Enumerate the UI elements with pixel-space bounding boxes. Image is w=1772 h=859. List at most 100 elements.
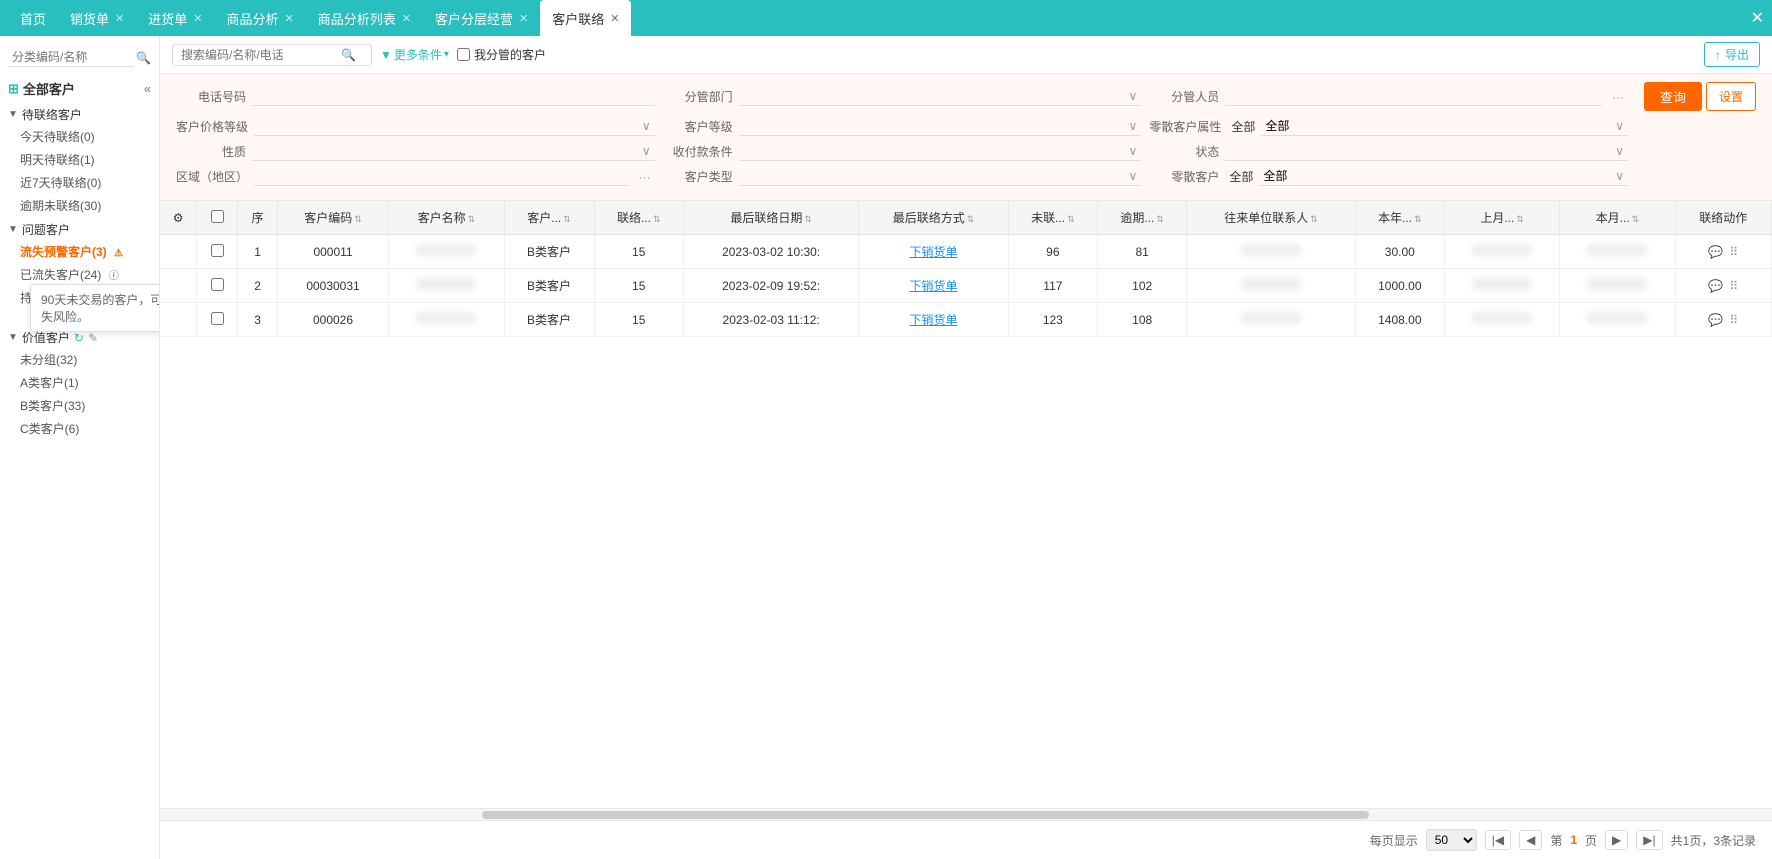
arrow-problem: ▼ [8, 224, 18, 235]
manager-more-icon[interactable]: ··· [1608, 90, 1628, 104]
edit-icon[interactable]: ✎ [88, 331, 98, 345]
tab-product-analysis[interactable]: 商品分析 ✕ [214, 0, 305, 36]
th-overdue[interactable]: 逾期...⇅ [1098, 201, 1187, 235]
sidebar-item-today[interactable]: 今天待联络(0) [0, 125, 159, 148]
sidebar-search-input[interactable] [8, 48, 134, 67]
page-size-select[interactable]: 102050100 [1426, 829, 1477, 851]
type-select[interactable] [739, 167, 1142, 185]
tab-customer-layer[interactable]: 客户分层经营 ✕ [423, 0, 540, 36]
section-pending[interactable]: ▼ 待联络客户 [0, 102, 159, 125]
th-this-year[interactable]: 本年...⇅ [1355, 201, 1444, 235]
dept-select-wrapper: ∨ [739, 87, 1142, 106]
tab-sales[interactable]: 销货单 ✕ [58, 0, 136, 36]
th-contact[interactable]: 联络...⇅ [594, 201, 683, 235]
last-page-button[interactable]: ▶| [1636, 830, 1662, 850]
chat-icon[interactable]: 💬 [1708, 279, 1723, 293]
more-action-icon[interactable]: ⠿ [1729, 279, 1738, 293]
chat-icon[interactable]: 💬 [1708, 313, 1723, 327]
cell-type: B类客户 [504, 269, 594, 303]
section-problem[interactable]: ▼ 问题客户 [0, 217, 159, 240]
cell-code: 000026 [277, 303, 388, 337]
chat-icon[interactable]: 💬 [1708, 245, 1723, 259]
status-select[interactable] [1225, 142, 1628, 160]
cell-last-method[interactable]: 下销货单 [859, 235, 1008, 269]
gender-select[interactable] [252, 142, 655, 160]
th-last-month[interactable]: 上月...⇅ [1444, 201, 1559, 235]
sidebar-item-churned[interactable]: 已流失客户(24) ⓘ [0, 263, 159, 286]
sidebar-root[interactable]: ⊞ 全部客户 « [0, 75, 159, 102]
horizontal-scrollbar[interactable] [160, 808, 1772, 820]
cell-last-method[interactable]: 下销货单 [859, 269, 1008, 303]
tab-close-customer-contact[interactable]: ✕ [610, 12, 619, 25]
tab-close-product-list[interactable]: ✕ [402, 12, 411, 25]
cell-action[interactable]: 💬 ⠿ [1675, 269, 1771, 303]
tab-purchase[interactable]: 进货单 ✕ [136, 0, 214, 36]
manager-input[interactable] [1225, 87, 1602, 106]
sidebar-search-icon[interactable]: 🔍 [136, 51, 151, 65]
scrollbar-thumb[interactable] [482, 811, 1369, 819]
next-page-button[interactable]: ▶ [1605, 830, 1628, 850]
more-conditions-button[interactable]: ▼ 更多条件 ▾ [380, 46, 449, 63]
sidebar-item-a-class[interactable]: A类客户(1) [0, 371, 159, 394]
close-all-button[interactable]: ✕ [1751, 8, 1764, 28]
tab-close-product-analysis[interactable]: ✕ [285, 12, 294, 25]
tab-customer-contact[interactable]: 客户联络 ✕ [540, 0, 631, 36]
row-checkbox[interactable] [211, 312, 224, 325]
tab-product-list[interactable]: 商品分析列表 ✕ [306, 0, 423, 36]
sidebar-item-c-class[interactable]: C类客户(6) [0, 417, 159, 440]
more-action-icon[interactable]: ⠿ [1729, 245, 1738, 259]
settings-column-header[interactable]: ⚙ [160, 201, 197, 235]
th-last-date[interactable]: 最后联络日期⇅ [683, 201, 858, 235]
sidebar-item-ungrouped[interactable]: 未分组(32) [0, 348, 159, 371]
checkbox-column-header[interactable] [197, 201, 238, 235]
tab-close-customer-layer[interactable]: ✕ [519, 12, 528, 25]
collapse-icon[interactable]: « [144, 81, 151, 96]
export-button[interactable]: ↑ 导出 [1704, 42, 1760, 67]
phone-input[interactable] [252, 87, 655, 106]
cell-check[interactable] [197, 269, 238, 303]
sidebar-item-churn-warning[interactable]: 流失预警客户(3) ⚠ [0, 240, 159, 263]
cell-check[interactable] [197, 303, 238, 337]
tab-close-purchase[interactable]: ✕ [193, 12, 202, 25]
query-button[interactable]: 查询 [1644, 82, 1702, 111]
sidebar-item-b-class[interactable]: B类客户(33) [0, 394, 159, 417]
zero-customer-select[interactable]: 全部 [1259, 167, 1628, 185]
th-last-method[interactable]: 最后联络方式⇅ [859, 201, 1008, 235]
region-input[interactable] [254, 167, 629, 186]
row-checkbox[interactable] [211, 278, 224, 291]
cell-last-method[interactable]: 下销货单 [859, 303, 1008, 337]
cell-action[interactable]: 💬 ⠿ [1675, 303, 1771, 337]
th-name[interactable]: 客户名称⇅ [389, 201, 504, 235]
first-page-button[interactable]: |◀ [1485, 830, 1511, 850]
level-select[interactable] [739, 117, 1142, 135]
region-more-icon[interactable]: ··· [635, 170, 655, 184]
cell-check[interactable] [197, 235, 238, 269]
filter-zero-attr: 零散客户属性 全部 全部 ∨ [1149, 117, 1628, 136]
th-unlisted[interactable]: 未联...⇅ [1008, 201, 1097, 235]
select-all-checkbox[interactable] [211, 210, 224, 223]
payment-select[interactable] [739, 142, 1142, 160]
settings-button[interactable]: 设置 [1706, 82, 1756, 111]
sidebar-item-7days[interactable]: 近7天待联络(0) [0, 171, 159, 194]
sidebar-item-tomorrow[interactable]: 明天待联络(1) [0, 148, 159, 171]
my-customers-check[interactable] [457, 48, 470, 61]
th-this-month[interactable]: 本月...⇅ [1560, 201, 1675, 235]
sidebar-item-overdue[interactable]: 逾期未联络(30) [0, 194, 159, 217]
th-contact-person[interactable]: 往来单位联系人⇅ [1187, 201, 1355, 235]
price-level-select[interactable] [254, 117, 655, 135]
more-action-icon[interactable]: ⠿ [1729, 313, 1738, 327]
cell-action[interactable]: 💬 ⠿ [1675, 235, 1771, 269]
prev-page-button[interactable]: ◀ [1519, 830, 1542, 850]
th-type[interactable]: 客户...⇅ [504, 201, 594, 235]
refresh-icon[interactable]: ↻ [74, 331, 84, 345]
tab-close-sales[interactable]: ✕ [115, 12, 124, 25]
dept-select[interactable] [739, 87, 1142, 105]
main-search-input[interactable] [181, 48, 341, 62]
th-index: 序 [238, 201, 278, 235]
main-search-icon[interactable]: 🔍 [341, 48, 356, 62]
row-checkbox[interactable] [211, 244, 224, 257]
tab-home[interactable]: 首页 [8, 0, 58, 36]
zero-attr-select[interactable]: 全部 [1261, 117, 1628, 135]
th-code[interactable]: 客户编码⇅ [277, 201, 388, 235]
my-customers-checkbox[interactable]: 我分管的客户 [457, 46, 546, 63]
